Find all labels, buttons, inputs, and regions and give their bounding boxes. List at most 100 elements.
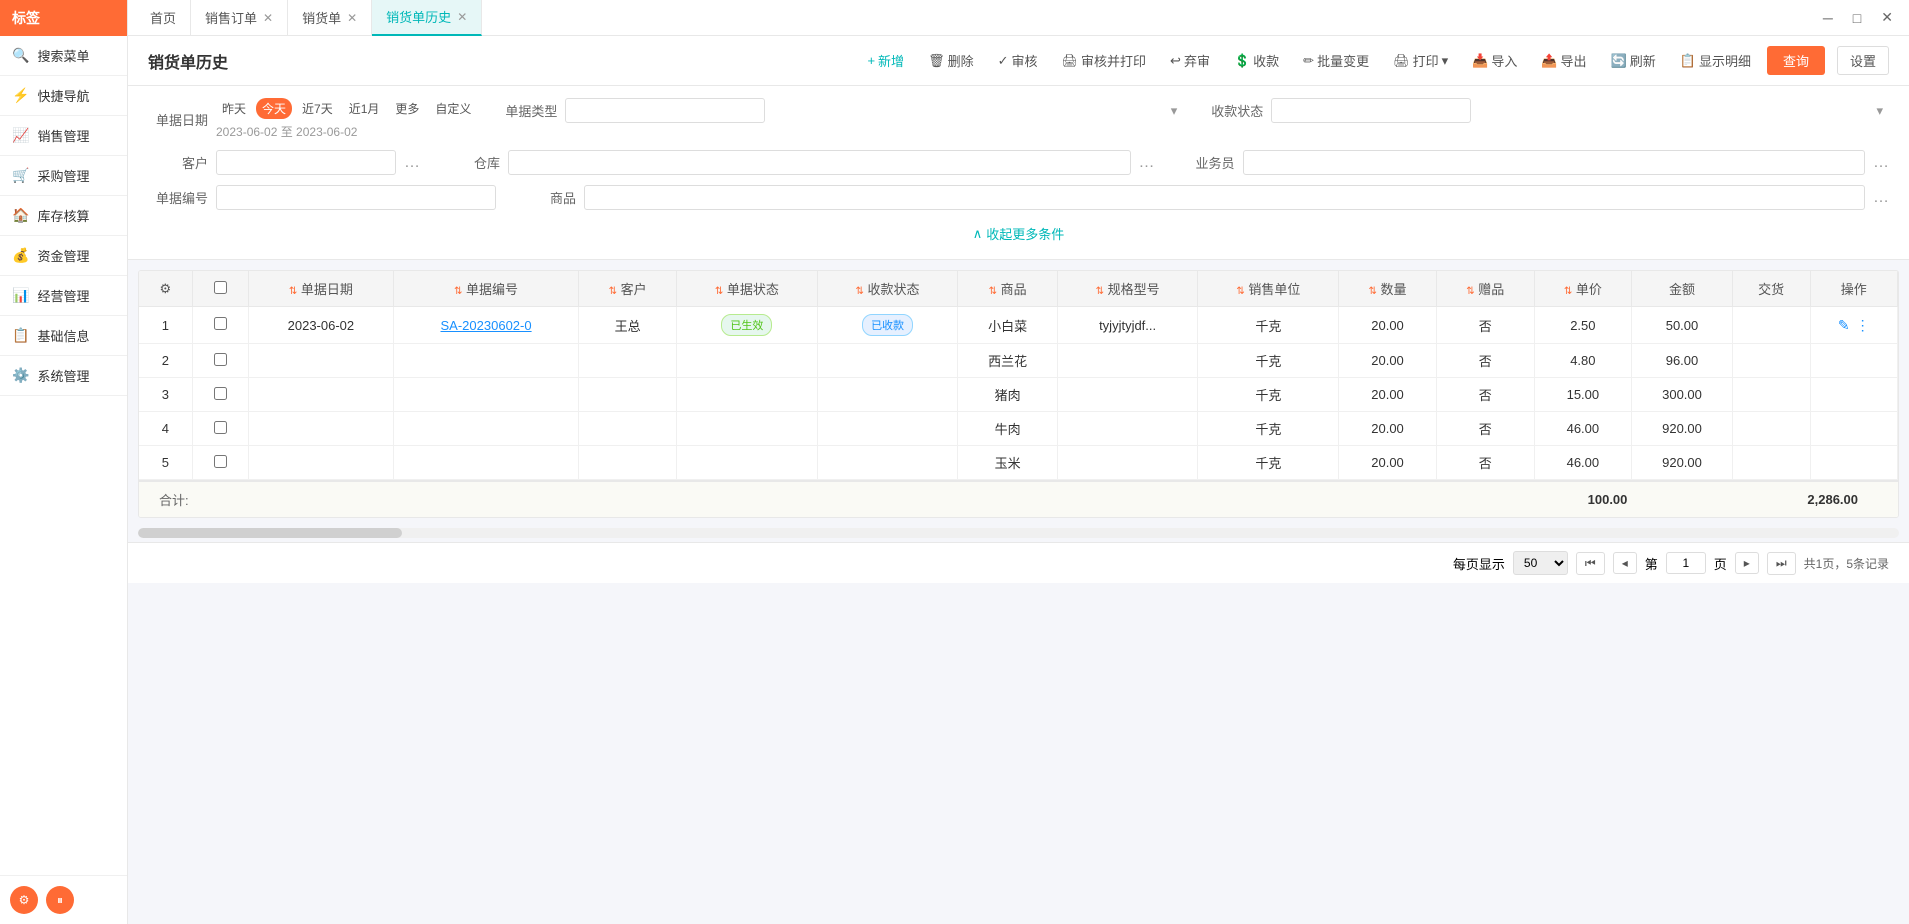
tab-home[interactable]: 首页 — [136, 0, 191, 36]
sidebar-item-ops-mgmt[interactable]: 📊 经营管理 — [0, 276, 127, 316]
warehouse-input[interactable] — [508, 150, 1131, 175]
import-button[interactable]: 📥 导入 — [1464, 47, 1525, 74]
col-unit-price[interactable]: ⇅ 单价 — [1534, 271, 1632, 307]
first-page-button[interactable]: ⏮ — [1576, 552, 1605, 575]
sidebar-settings-icon[interactable]: ⚙ — [10, 886, 38, 914]
sidebar-item-search-menu[interactable]: 🔍 搜索菜单 — [0, 36, 127, 76]
audit-print-button[interactable]: 🖨 审核并打印 — [1054, 47, 1155, 74]
row-index: 1 — [139, 307, 192, 344]
sidebar-item-finance-mgmt[interactable]: 💰 资金管理 — [0, 236, 127, 276]
select-all-checkbox[interactable] — [214, 281, 227, 294]
col-goods[interactable]: ⇅ 商品 — [958, 271, 1057, 307]
col-sales-unit[interactable]: ⇅ 销售单位 — [1198, 271, 1339, 307]
more-action-icon[interactable]: ⋮ — [1856, 317, 1870, 334]
col-doc-date[interactable]: ⇅ 单据日期 — [248, 271, 393, 307]
row-checkbox-input[interactable] — [214, 353, 227, 366]
row-customer — [579, 412, 677, 446]
docno-input[interactable] — [216, 185, 496, 210]
minimize-button[interactable]: ─ — [1815, 8, 1841, 28]
refresh-button[interactable]: 🔄 刷新 — [1603, 47, 1664, 74]
row-checkbox-input[interactable] — [214, 455, 227, 468]
setting-button[interactable]: 设置 — [1837, 46, 1889, 75]
shortcut-more[interactable]: 更多 — [389, 98, 425, 119]
sidebar-item-basic-info[interactable]: 📋 基础信息 — [0, 316, 127, 356]
sidebar-item-sys-mgmt[interactable]: ⚙️ 系统管理 — [0, 356, 127, 396]
tab-close-sales-delivery[interactable]: ✕ — [347, 11, 357, 25]
maximize-button[interactable]: □ — [1845, 8, 1869, 28]
col-doc-status[interactable]: ⇅ 单据状态 — [676, 271, 817, 307]
search-icon: 🔍 — [12, 47, 29, 64]
customer-more-icon[interactable]: … — [404, 154, 420, 172]
edit-action-icon[interactable]: ✎ — [1838, 317, 1850, 334]
shortcut-custom[interactable]: 自定义 — [429, 98, 477, 119]
print-button[interactable]: 🖨 打印 ▾ — [1385, 47, 1456, 74]
salesperson-more-icon[interactable]: … — [1873, 154, 1889, 172]
sort-icon8: ⇅ — [1236, 286, 1244, 297]
tab-close-sales-history[interactable]: ✕ — [457, 10, 467, 24]
row-doc-no[interactable] — [393, 412, 579, 446]
audit-button[interactable]: ✓ 审核 — [990, 47, 1046, 74]
sort-icon10: ⇅ — [1466, 286, 1474, 297]
tab-close-sales-order[interactable]: ✕ — [263, 11, 273, 25]
print2-icon: 🖨 — [1393, 53, 1410, 69]
row-checkbox-input[interactable] — [214, 317, 227, 330]
prev-page-button[interactable]: ◂ — [1613, 552, 1637, 574]
salesperson-input[interactable] — [1243, 150, 1866, 175]
query-button[interactable]: 查询 — [1767, 46, 1825, 75]
row-doc-no[interactable] — [393, 446, 579, 480]
tab-sales-delivery[interactable]: 销货单 ✕ — [288, 0, 372, 36]
col-gift[interactable]: ⇅ 赠品 — [1436, 271, 1534, 307]
col-transaction[interactable]: 交货 — [1732, 271, 1810, 307]
sidebar-item-sales-mgmt[interactable]: 📈 销售管理 — [0, 116, 127, 156]
doc-no-link[interactable]: SA-20230602-0 — [441, 318, 532, 333]
new-button[interactable]: + 新增 — [859, 47, 912, 74]
sort-icon3: ⇅ — [609, 286, 617, 297]
last-page-button[interactable]: ⏭ — [1767, 552, 1796, 575]
shortcut-1month[interactable]: 近1月 — [343, 98, 386, 119]
col-amount[interactable]: 金额 — [1632, 271, 1733, 307]
goods-more-icon[interactable]: … — [1873, 189, 1889, 207]
row-doc-no[interactable] — [393, 378, 579, 412]
col-spec-type[interactable]: ⇅ 规格型号 — [1057, 271, 1198, 307]
goods-input[interactable] — [584, 185, 1865, 210]
horizontal-scrollbar[interactable] — [138, 528, 1899, 538]
doc-type-select[interactable] — [565, 98, 765, 123]
tab-sales-order[interactable]: 销售订单 ✕ — [191, 0, 288, 36]
col-collect-status[interactable]: ⇅ 收款状态 — [817, 271, 958, 307]
row-doc-no[interactable] — [393, 344, 579, 378]
row-checkbox-input[interactable] — [214, 387, 227, 400]
shortcut-7days[interactable]: 近7天 — [296, 98, 339, 119]
close-button[interactable]: ✕ — [1873, 7, 1901, 28]
sidebar-item-purchase-mgmt[interactable]: 🛒 采购管理 — [0, 156, 127, 196]
warehouse-more-icon[interactable]: … — [1139, 154, 1155, 172]
row-doc-no[interactable]: SA-20230602-0 — [393, 307, 579, 344]
page-number-input[interactable]: 1 — [1666, 552, 1706, 574]
col-customer[interactable]: ⇅ 客户 — [579, 271, 677, 307]
tab-label: 首页 — [150, 8, 176, 27]
row-action[interactable]: ✎⋮ — [1810, 307, 1897, 344]
batch-change-button[interactable]: ✏ 批量变更 — [1295, 47, 1377, 74]
sidebar-item-stock-calc[interactable]: 🏠 库存核算 — [0, 196, 127, 236]
col-settings[interactable]: ⚙ — [139, 271, 192, 307]
collect-status-select[interactable] — [1271, 98, 1471, 123]
next-page-button[interactable]: ▸ — [1735, 552, 1759, 574]
scrollbar-thumb[interactable] — [138, 528, 402, 538]
customer-input[interactable] — [216, 150, 396, 175]
collect-button[interactable]: 💲 收款 — [1226, 47, 1287, 74]
row-checkbox-input[interactable] — [214, 421, 227, 434]
shortcut-yesterday[interactable]: 昨天 — [216, 98, 252, 119]
abandon-icon: ↩ — [1170, 53, 1181, 69]
show-detail-button[interactable]: 📋 显示明细 — [1672, 47, 1759, 74]
delete-button[interactable]: 🗑 删除 — [920, 47, 982, 74]
abandon-button[interactable]: ↩ 弃审 — [1162, 47, 1218, 74]
col-quantity[interactable]: ⇅ 数量 — [1339, 271, 1437, 307]
shortcut-today[interactable]: 今天 — [256, 98, 292, 119]
export-button[interactable]: 📤 导出 — [1533, 47, 1594, 74]
collapse-btn[interactable]: ∧ 收起更多条件 — [148, 220, 1889, 247]
sidebar-collapse-icon[interactable]: ⏸ — [46, 886, 74, 914]
sidebar-item-quick-nav[interactable]: ⚡ 快捷导航 — [0, 76, 127, 116]
per-page-select[interactable]: 50 100 — [1513, 551, 1568, 575]
col-doc-no[interactable]: ⇅ 单据编号 — [393, 271, 579, 307]
row-sales-unit: 千克 — [1198, 446, 1339, 480]
tab-sales-history[interactable]: 销货单历史 ✕ — [372, 0, 482, 36]
